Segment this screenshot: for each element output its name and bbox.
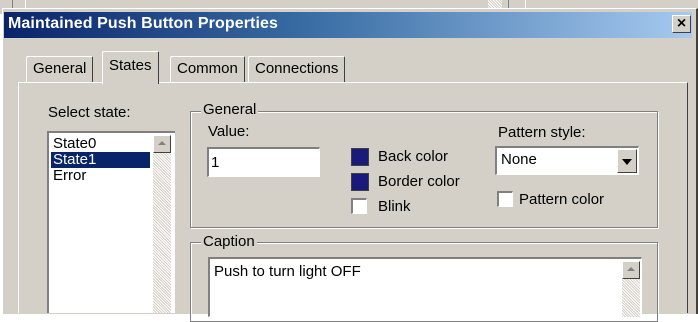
caption-textarea[interactable]: Push to turn light OFF	[208, 257, 642, 317]
blink-label: Blink	[378, 198, 411, 215]
list-item-state1[interactable]: State1	[51, 152, 150, 168]
tab-label: Connections	[255, 60, 339, 77]
caption-text: Push to turn light OFF	[214, 263, 361, 280]
scroll-up-button[interactable]	[153, 135, 171, 153]
pattern-color-checkbox[interactable]	[497, 191, 513, 207]
close-button[interactable]: ×	[672, 15, 691, 33]
pattern-style-select[interactable]: None	[495, 146, 639, 175]
list-item-error[interactable]: Error	[51, 168, 150, 184]
value-input[interactable]	[207, 147, 320, 177]
border-color-label: Border color	[378, 173, 460, 190]
tab-general[interactable]: General	[26, 56, 94, 82]
dropdown-button[interactable]	[617, 149, 637, 173]
state-listbox[interactable]: State0 State1 Error	[47, 131, 175, 313]
list-item-state0[interactable]: State0	[51, 136, 150, 152]
tab-label: General	[33, 60, 87, 77]
scroll-up-button[interactable]	[622, 261, 640, 279]
caption-group-title: Caption	[201, 233, 257, 250]
dialog-title: Maintained Push Button Properties	[8, 15, 278, 32]
value-label: Value:	[208, 123, 250, 140]
chevron-down-icon	[622, 159, 632, 165]
tab-label: Common	[177, 60, 238, 77]
title-bar[interactable]: Maintained Push Button Properties ×	[4, 12, 692, 38]
select-state-label: Select state:	[48, 104, 131, 121]
tab-label: States	[109, 57, 152, 74]
pattern-style-label: Pattern style:	[498, 124, 586, 141]
blink-checkbox[interactable]	[351, 198, 367, 214]
pattern-color-label: Pattern color	[519, 191, 605, 208]
arrow-up-icon	[158, 141, 166, 145]
tab-states[interactable]: States	[102, 51, 159, 84]
arrow-up-icon	[627, 267, 635, 271]
back-color-label: Back color	[378, 148, 449, 165]
pattern-style-value: None	[501, 151, 537, 168]
caption-scrollbar[interactable]	[622, 261, 640, 317]
back-color-swatch[interactable]	[351, 148, 369, 166]
general-group-title: General	[201, 101, 259, 118]
close-icon: ×	[676, 15, 687, 32]
border-color-swatch[interactable]	[351, 173, 369, 191]
tab-connections[interactable]: Connections	[248, 56, 346, 82]
tab-common[interactable]: Common	[170, 56, 245, 82]
state-list-scrollbar[interactable]	[153, 135, 171, 313]
